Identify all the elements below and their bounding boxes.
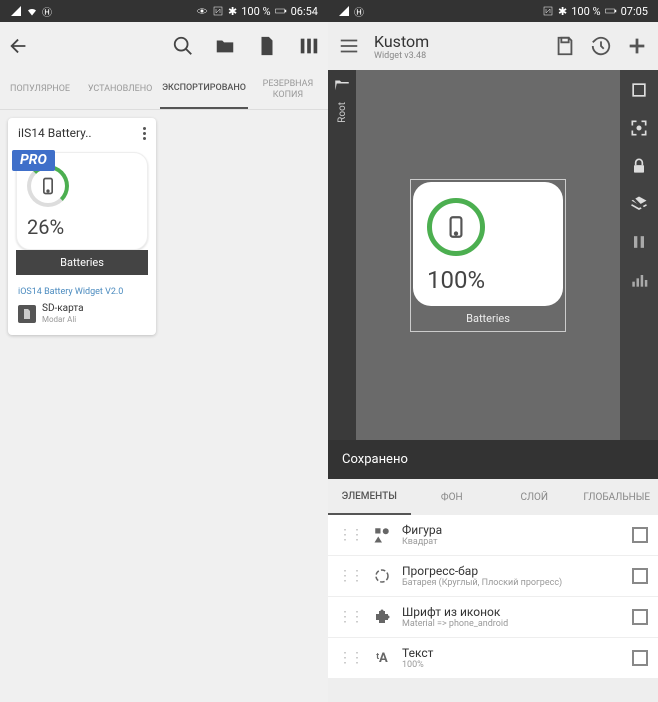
- square-icon[interactable]: [629, 80, 649, 100]
- wifi-icon: [26, 5, 38, 17]
- author-label: Modar Ali: [42, 315, 84, 325]
- etab-global[interactable]: ГЛОБАЛЬНЫЕ: [576, 479, 658, 515]
- canvas-label: Batteries: [413, 306, 563, 329]
- etab-elements[interactable]: ЭЛЕМЕНТЫ: [328, 479, 411, 515]
- signal-icon: [10, 5, 22, 17]
- tab-popular[interactable]: ПОПУЛЯРНОЕ: [0, 70, 80, 109]
- pro-badge: PRO: [12, 150, 55, 171]
- canvas-ring: [427, 198, 485, 256]
- sd-label: SD-карта: [42, 303, 84, 315]
- widget-label: Batteries: [16, 250, 148, 275]
- battery-text: 100 %: [571, 5, 600, 18]
- menu-icon[interactable]: [338, 35, 360, 57]
- battery-icon: [605, 5, 617, 17]
- grid-icon[interactable]: [298, 35, 320, 57]
- top-toolbar: [0, 22, 328, 70]
- nfc-icon: [542, 5, 554, 17]
- status-bar: Ⓗ ✱ 100 % 07:05: [328, 0, 658, 22]
- eye-icon: [196, 5, 208, 17]
- fullscreen-icon[interactable]: [629, 118, 649, 138]
- stats-icon[interactable]: [629, 270, 649, 290]
- search-icon[interactable]: [172, 35, 194, 57]
- time-text: 06:54: [291, 5, 318, 18]
- more-icon[interactable]: [143, 127, 146, 140]
- tab-exported[interactable]: ЭКСПОРТИРОВАНО: [160, 70, 248, 109]
- editor-toolbar: Kustom Widget v3.48: [328, 22, 658, 70]
- progress-icon: [372, 567, 392, 585]
- phone-icon: [38, 176, 58, 196]
- sidebar-left: Root: [328, 70, 356, 440]
- layer-row[interactable]: ⋮⋮ Шрифт из иконокMaterial => phone_andr…: [328, 597, 658, 638]
- percent-text: 26%: [27, 215, 137, 239]
- signal-icon: [338, 5, 350, 17]
- progress-ring: [27, 165, 69, 207]
- battery-text: 100 %: [241, 5, 270, 18]
- save-icon[interactable]: [554, 35, 576, 57]
- back-icon[interactable]: [8, 35, 30, 57]
- saved-message: Сохранено: [328, 440, 658, 479]
- drag-icon[interactable]: ⋮⋮: [338, 527, 362, 543]
- etab-layer[interactable]: СЛОЙ: [493, 479, 576, 515]
- lock-icon[interactable]: [629, 156, 649, 176]
- drag-icon[interactable]: ⋮⋮: [338, 609, 362, 625]
- drag-icon[interactable]: ⋮⋮: [338, 568, 362, 584]
- layer-list: ⋮⋮ ФигураКвадрат ⋮⋮ Прогресс-барБатарея …: [328, 515, 658, 679]
- etab-bg[interactable]: ФОН: [411, 479, 494, 515]
- folder-icon[interactable]: [214, 35, 236, 57]
- widget-card[interactable]: iIS14 Battery.. PRO 26% Batteries iOS14 …: [8, 118, 156, 335]
- phone-icon: [443, 214, 469, 240]
- sidebar-right: [620, 70, 658, 440]
- nfc-icon: [212, 5, 224, 17]
- tab-backup[interactable]: РЕЗЕРВНАЯ КОПИЯ: [248, 70, 328, 109]
- layers-off-icon[interactable]: [629, 194, 649, 214]
- editor-tabs: ЭЛЕМЕНТЫ ФОН СЛОЙ ГЛОБАЛЬНЫЕ: [328, 479, 658, 515]
- layer-row[interactable]: ⋮⋮ ᵗA Текст100%: [328, 638, 658, 679]
- layer-row[interactable]: ⋮⋮ ФигураКвадрат: [328, 515, 658, 556]
- card-title: iIS14 Battery..: [18, 126, 92, 140]
- tab-installed[interactable]: УСТАНОВЛЕНО: [80, 70, 160, 109]
- tabs: ПОПУЛЯРНОЕ УСТАНОВЛЕНО ЭКСПОРТИРОВАНО РЕ…: [0, 70, 328, 110]
- time-text: 07:05: [621, 5, 648, 18]
- puzzle-icon: [372, 608, 392, 626]
- sd-icon: [18, 305, 36, 323]
- footer-title: iOS14 Battery Widget V2.0: [18, 287, 146, 297]
- checkbox[interactable]: [632, 609, 648, 625]
- layer-row[interactable]: ⋮⋮ Прогресс-барБатарея (Круглый, Плоский…: [328, 556, 658, 597]
- app-name: Kustom: [374, 32, 540, 51]
- battery-icon: [275, 5, 287, 17]
- canvas-widget[interactable]: 100%: [413, 182, 563, 306]
- add-icon[interactable]: [626, 35, 648, 57]
- app-version: Widget v3.48: [374, 51, 540, 61]
- checkbox[interactable]: [632, 527, 648, 543]
- folder-open-icon[interactable]: [333, 76, 351, 94]
- history-icon[interactable]: [590, 35, 612, 57]
- checkbox[interactable]: [632, 568, 648, 584]
- file-icon[interactable]: [256, 35, 278, 57]
- root-label[interactable]: Root: [337, 102, 348, 123]
- shapes-icon: [372, 526, 392, 544]
- pause-icon[interactable]: [629, 232, 649, 252]
- canvas-percent: 100%: [427, 266, 549, 294]
- status-bar: Ⓗ ✱ 100 % 06:54: [0, 0, 328, 22]
- checkbox[interactable]: [632, 650, 648, 666]
- drag-icon[interactable]: ⋮⋮: [338, 650, 362, 666]
- text-icon: ᵗA: [372, 650, 392, 666]
- editor-canvas[interactable]: 100% Batteries: [356, 70, 620, 440]
